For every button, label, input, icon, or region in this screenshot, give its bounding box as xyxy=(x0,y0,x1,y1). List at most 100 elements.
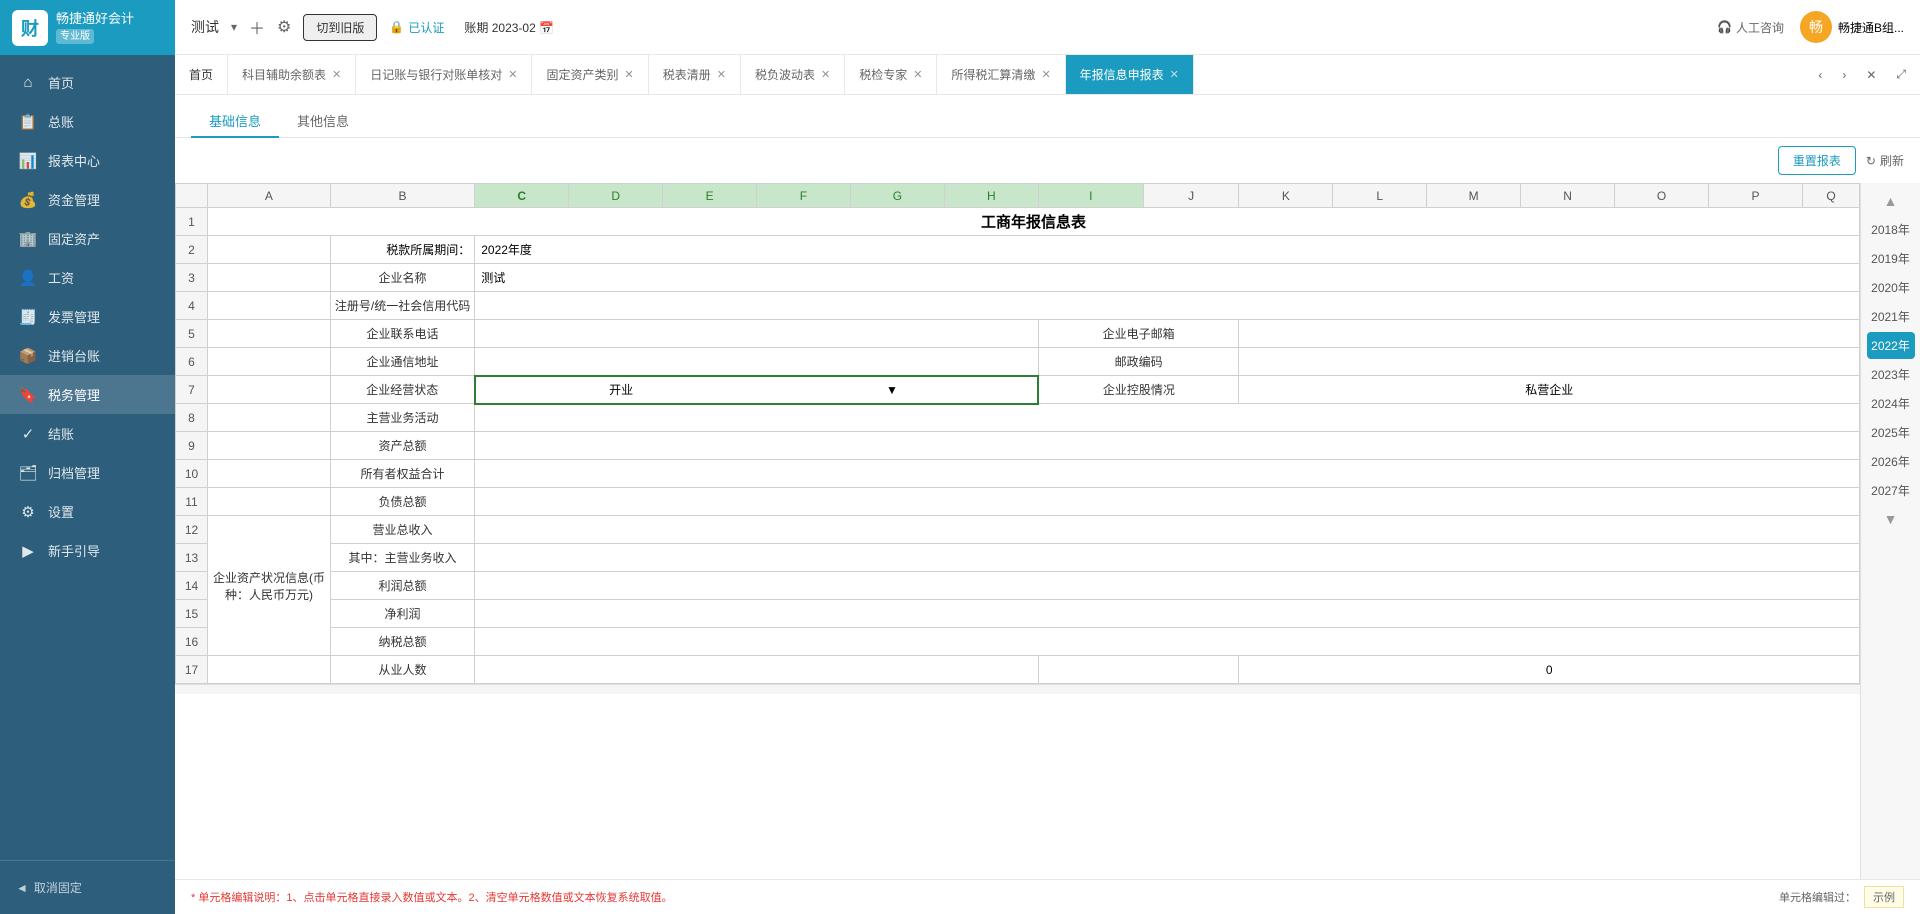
year-item[interactable]: 2020年 xyxy=(1867,274,1915,301)
settings-icon[interactable]: ⚙ xyxy=(277,17,291,37)
sidebar-item-purchase[interactable]: 📦进销台账 xyxy=(0,336,175,375)
col-header-O[interactable]: O xyxy=(1615,184,1709,208)
h-scrollbar[interactable] xyxy=(175,684,1860,694)
tab-close-icon[interactable]: ✕ xyxy=(821,68,830,81)
tab-close-all-icon[interactable]: ✕ xyxy=(1860,66,1882,84)
col-header-G[interactable]: G xyxy=(850,184,944,208)
sidebar-item-archive[interactable]: 🗂归档管理 xyxy=(0,453,175,492)
sidebar-item-ledger[interactable]: 📋总账 xyxy=(0,102,175,141)
sidebar-item-tax[interactable]: 🔖税务管理 xyxy=(0,375,175,414)
cell-14C[interactable] xyxy=(475,572,1860,600)
tab-4[interactable]: 税表清册 ✕ xyxy=(649,55,741,95)
sub-tab-1[interactable]: 其他信息 xyxy=(279,105,367,138)
sidebar-item-capital[interactable]: 💰资金管理 xyxy=(0,180,175,219)
cancel-fixed-btn[interactable]: ◄ 取消固定 xyxy=(0,871,175,904)
year-item[interactable]: 2018年 xyxy=(1867,216,1915,243)
sidebar-item-reports[interactable]: 📊报表中心 xyxy=(0,141,175,180)
tab-close-icon[interactable]: ✕ xyxy=(508,68,517,81)
tab-close-icon[interactable]: ✕ xyxy=(332,68,341,81)
year-item[interactable]: 2022年 xyxy=(1867,332,1915,359)
tab-1[interactable]: 科目辅助余额表 ✕ xyxy=(228,55,356,95)
col-header-K[interactable]: K xyxy=(1239,184,1333,208)
sidebar-item-assets[interactable]: 🏢固定资产 xyxy=(0,219,175,258)
year-item[interactable]: 2027年 xyxy=(1867,477,1915,504)
cell-4C[interactable] xyxy=(475,292,1860,320)
col-header-B[interactable]: B xyxy=(330,184,474,208)
year-item[interactable]: 2025年 xyxy=(1867,419,1915,446)
spreadsheet[interactable]: A B C D E F G H I J K L M xyxy=(175,183,1860,879)
cell-8A xyxy=(208,404,331,432)
cell-8C[interactable] xyxy=(475,404,1860,432)
refresh-button[interactable]: ↻ 刷新 xyxy=(1866,152,1904,169)
add-tab-icon[interactable]: ＋ xyxy=(249,15,265,39)
col-header-J[interactable]: J xyxy=(1143,184,1239,208)
tab-7[interactable]: 所得税汇算清缴 ✕ xyxy=(937,55,1065,95)
year-item[interactable]: 2023年 xyxy=(1867,361,1915,388)
sidebar-item-settings[interactable]: ⚙设置 xyxy=(0,492,175,531)
sidebar-item-invoice[interactable]: 🧾发票管理 xyxy=(0,297,175,336)
year-item[interactable]: 2019年 xyxy=(1867,245,1915,272)
cell-9C[interactable] xyxy=(475,432,1860,460)
sidebar-item-wages[interactable]: 👤工资 xyxy=(0,258,175,297)
switch-old-button[interactable]: 切到旧版 xyxy=(303,14,377,41)
cell-10C[interactable] xyxy=(475,460,1860,488)
col-header-H[interactable]: H xyxy=(944,184,1038,208)
consult-button[interactable]: 🎧 人工咨询 xyxy=(1717,19,1784,36)
col-header-F[interactable]: F xyxy=(757,184,851,208)
tab-8[interactable]: 年报信息申报表 ✕ xyxy=(1066,55,1194,95)
sidebar-item-guide[interactable]: ▶新手引导 xyxy=(0,531,175,570)
cell-7C[interactable]: 开业 ▼ xyxy=(475,376,1039,404)
cell-2C[interactable]: 2022年度 xyxy=(475,236,1860,264)
year-scroll-up[interactable]: ▲ xyxy=(1873,189,1909,213)
certified-badge: 🔒 已认证 xyxy=(389,19,444,36)
col-header-E[interactable]: E xyxy=(663,184,757,208)
tab-5[interactable]: 税负波动表 ✕ xyxy=(741,55,845,95)
col-header-M[interactable]: M xyxy=(1427,184,1521,208)
tab-6[interactable]: 税检专家 ✕ xyxy=(845,55,937,95)
cell-15C[interactable] xyxy=(475,600,1860,628)
tab-close-icon[interactable]: ✕ xyxy=(1170,68,1179,81)
cell-17C[interactable] xyxy=(475,656,1039,684)
col-header-Q[interactable]: Q xyxy=(1803,184,1860,208)
sidebar-item-closing[interactable]: ✓结账 xyxy=(0,414,175,453)
col-header-L[interactable]: L xyxy=(1333,184,1427,208)
sidebar-item-home[interactable]: ⌂首页 xyxy=(0,63,175,102)
col-header-I[interactable]: I xyxy=(1038,184,1143,208)
tab-close-icon[interactable]: ✕ xyxy=(1041,68,1050,81)
calendar-icon[interactable]: 📅 xyxy=(539,21,554,35)
cell-5K[interactable] xyxy=(1239,320,1860,348)
cell-3C[interactable]: 测试 xyxy=(475,264,1860,292)
col-header-A[interactable]: A xyxy=(208,184,331,208)
cell-6C[interactable] xyxy=(475,348,1039,376)
tab-2[interactable]: 日记账与银行对账单核对 ✕ xyxy=(356,55,532,95)
cell-5C[interactable] xyxy=(475,320,1039,348)
col-header-C[interactable]: C xyxy=(475,184,569,208)
tab-close-icon[interactable]: ✕ xyxy=(913,68,922,81)
cell-7K[interactable]: 私营企业 xyxy=(1239,376,1860,404)
dropdown-arrow-icon[interactable]: ▾ xyxy=(231,20,237,34)
sheet-title[interactable]: 工商年报信息表 xyxy=(208,208,1860,236)
sub-tab-0[interactable]: 基础信息 xyxy=(191,105,279,138)
col-header-P[interactable]: P xyxy=(1709,184,1803,208)
year-scroll-down[interactable]: ▼ xyxy=(1873,507,1909,531)
col-header-N[interactable]: N xyxy=(1521,184,1615,208)
tab-prev-icon[interactable]: ‹ xyxy=(1812,66,1828,84)
year-item[interactable]: 2021年 xyxy=(1867,303,1915,330)
tab-next-icon[interactable]: › xyxy=(1836,66,1852,84)
col-header-D[interactable]: D xyxy=(569,184,663,208)
year-item[interactable]: 2026年 xyxy=(1867,448,1915,475)
tab-3[interactable]: 固定资产类别 ✕ xyxy=(532,55,648,95)
cell-16C[interactable] xyxy=(475,628,1860,656)
cell-13C[interactable] xyxy=(475,544,1860,572)
tab-expand-icon[interactable]: ⤢ xyxy=(1890,65,1912,84)
tab-close-icon[interactable]: ✕ xyxy=(717,68,726,81)
tab-0[interactable]: 首页 xyxy=(175,55,228,95)
reset-report-button[interactable]: 重置报表 xyxy=(1778,146,1856,175)
cell-11C[interactable] xyxy=(475,488,1860,516)
cell-17K[interactable]: 0 xyxy=(1239,656,1860,684)
cell-12C[interactable] xyxy=(475,516,1860,544)
cell-6K[interactable] xyxy=(1239,348,1860,376)
user-menu[interactable]: 畅 畅捷通B组... xyxy=(1800,11,1904,43)
tab-close-icon[interactable]: ✕ xyxy=(625,68,634,81)
year-item[interactable]: 2024年 xyxy=(1867,390,1915,417)
